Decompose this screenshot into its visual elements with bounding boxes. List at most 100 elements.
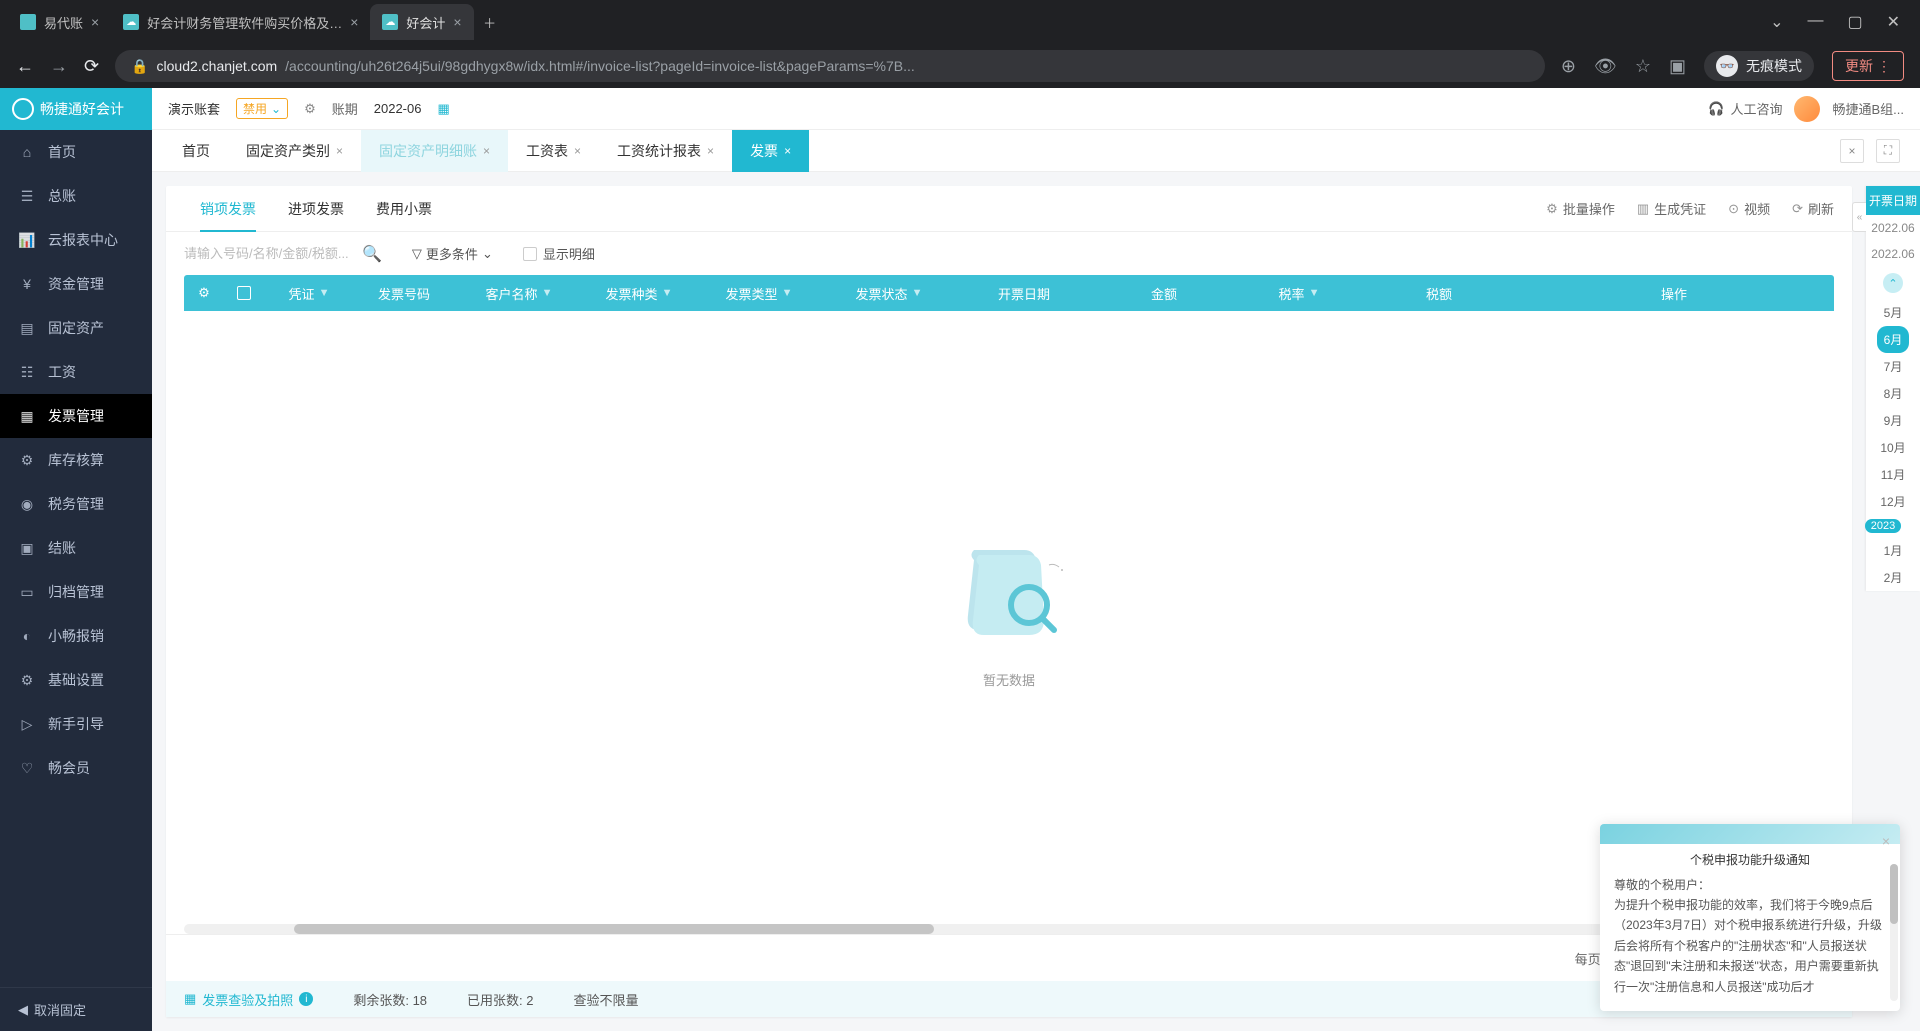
th-date[interactable]: 开票日期	[954, 284, 1094, 303]
close-icon[interactable]: ×	[574, 144, 581, 158]
sidebar-item-invoice[interactable]: ▦发票管理	[0, 394, 152, 438]
sidebar-item-archive[interactable]: ▭归档管理	[0, 570, 152, 614]
browser-tab-1[interactable]: ☁ 好会计财务管理软件购买价格及… ×	[111, 4, 370, 40]
close-icon[interactable]: ×	[707, 144, 714, 158]
sidebar-item-home[interactable]: ⌂首页	[0, 130, 152, 174]
footer-title[interactable]: ▦ 发票查验及拍照 i	[184, 990, 313, 1009]
page-tab-invoice[interactable]: 发票×	[732, 130, 809, 172]
th-tax[interactable]: 税额	[1364, 284, 1514, 303]
gear-icon[interactable]: ⚙	[304, 101, 316, 117]
page-tab-asset-detail[interactable]: 固定资产明细账×	[361, 130, 508, 172]
close-icon[interactable]: ×	[91, 14, 99, 30]
more-conditions[interactable]: ▽ 更多条件 ⌄	[412, 244, 493, 263]
sidebar-collapse[interactable]: ◀ 取消固定	[0, 987, 152, 1031]
generate-voucher[interactable]: ▥生成凭证	[1637, 199, 1706, 218]
dropdown-icon[interactable]: ⌄	[1770, 12, 1783, 32]
eye-off-icon[interactable]: 👁	[1594, 56, 1617, 77]
expand-icon[interactable]: «	[1852, 202, 1866, 232]
close-icon[interactable]: ×	[350, 14, 358, 30]
subtab-purchase-invoice[interactable]: 进项发票	[272, 186, 360, 232]
scroll-up-icon[interactable]: ⌃	[1883, 273, 1903, 293]
page-tab-home[interactable]: 首页	[164, 130, 228, 172]
sidebar-item-ledger[interactable]: ☰总账	[0, 174, 152, 218]
reload-icon[interactable]: ⟳	[84, 56, 99, 77]
close-all-icon[interactable]: ×	[1840, 139, 1864, 163]
search-icon[interactable]: 🔍	[362, 244, 382, 264]
sidebar-item-expense[interactable]: ◐小畅报销	[0, 614, 152, 658]
zoom-icon[interactable]: ⊕	[1561, 56, 1576, 77]
date-year-a[interactable]: 2022.06	[1866, 215, 1920, 241]
month-9[interactable]: 9月	[1866, 407, 1920, 434]
browser-tab-2[interactable]: ☁ 好会计 ×	[370, 4, 473, 40]
sidebar-item-guide[interactable]: ▷新手引导	[0, 702, 152, 746]
close-icon[interactable]: ✕	[1887, 12, 1900, 32]
month-1[interactable]: 1月	[1866, 537, 1920, 564]
filter-icon[interactable]: ▼	[912, 287, 923, 299]
support-link[interactable]: 🎧 人工咨询	[1708, 99, 1782, 118]
update-button[interactable]: 更新 ⋮	[1832, 51, 1904, 81]
year-badge[interactable]: 2023	[1865, 519, 1901, 533]
th-status[interactable]: 发票状态▼	[824, 284, 954, 303]
notif-scrollbar[interactable]	[1890, 864, 1898, 1001]
scrollbar-thumb[interactable]	[294, 924, 934, 934]
minimize-icon[interactable]: ―	[1807, 12, 1823, 32]
sidebar-item-inventory[interactable]: ⚙库存核算	[0, 438, 152, 482]
month-2[interactable]: 2月	[1866, 564, 1920, 591]
period-value[interactable]: 2022-06	[374, 101, 422, 116]
sidebar-item-close[interactable]: ▣结账	[0, 526, 152, 570]
th-kind[interactable]: 发票种类▼	[584, 284, 694, 303]
th-type[interactable]: 发票类型▼	[694, 284, 824, 303]
sidebar-item-salary[interactable]: ☷工资	[0, 350, 152, 394]
subtab-sales-invoice[interactable]: 销项发票	[184, 186, 272, 232]
sidebar-item-reports[interactable]: 📊云报表中心	[0, 218, 152, 262]
user-name[interactable]: 畅捷通B组...	[1832, 99, 1904, 118]
star-icon[interactable]: ☆	[1635, 56, 1651, 77]
info-icon[interactable]: i	[299, 992, 313, 1006]
url-bar[interactable]: 🔒 cloud2.chanjet.com/accounting/uh26t264…	[115, 50, 1545, 82]
th-checkbox[interactable]	[224, 286, 264, 300]
month-6[interactable]: 6月	[1877, 326, 1909, 353]
batch-action[interactable]: ⚙批量操作	[1546, 199, 1615, 218]
refresh-action[interactable]: ⟳刷新	[1792, 199, 1834, 218]
page-tab-salary[interactable]: 工资表×	[508, 130, 599, 172]
month-10[interactable]: 10月	[1866, 434, 1920, 461]
sidebar-item-settings[interactable]: ⚙基础设置	[0, 658, 152, 702]
subtab-expense-receipt[interactable]: 费用小票	[360, 186, 448, 232]
video-link[interactable]: ⊙视频	[1728, 199, 1770, 218]
filter-icon[interactable]: ▼	[542, 287, 553, 299]
close-icon[interactable]: ×	[1882, 830, 1890, 854]
th-cert[interactable]: 凭证▼	[264, 284, 354, 303]
page-tab-asset-category[interactable]: 固定资产类别×	[228, 130, 361, 172]
th-customer[interactable]: 客户名称▼	[454, 284, 584, 303]
checkbox[interactable]	[523, 247, 537, 261]
disable-tag[interactable]: 禁用 ⌄	[236, 98, 288, 119]
month-11[interactable]: 11月	[1866, 461, 1920, 488]
filter-icon[interactable]: ▼	[319, 287, 330, 299]
th-amount[interactable]: 金额	[1094, 284, 1234, 303]
new-tab-button[interactable]: ＋	[474, 4, 506, 40]
month-5[interactable]: 5月	[1866, 299, 1920, 326]
scrollbar-thumb[interactable]	[1890, 864, 1898, 924]
maximize-icon[interactable]: ▢	[1847, 12, 1862, 32]
filter-icon[interactable]: ▼	[782, 287, 793, 299]
th-rate[interactable]: 税率▼	[1234, 284, 1364, 303]
sidebar-item-tax[interactable]: ◉税务管理	[0, 482, 152, 526]
sidebar-item-funds[interactable]: ¥资金管理	[0, 262, 152, 306]
month-7[interactable]: 7月	[1866, 353, 1920, 380]
th-number[interactable]: 发票号码	[354, 284, 454, 303]
filter-icon[interactable]: ▼	[1309, 287, 1320, 299]
close-icon[interactable]: ×	[784, 144, 791, 158]
date-year-b[interactable]: 2022.06	[1866, 241, 1920, 267]
back-icon[interactable]: ←	[16, 56, 34, 77]
extension-icon[interactable]: ▣	[1669, 56, 1686, 77]
account-name[interactable]: 演示账套	[168, 99, 220, 118]
month-8[interactable]: 8月	[1866, 380, 1920, 407]
show-detail-toggle[interactable]: 显示明细	[523, 244, 595, 263]
sidebar-item-assets[interactable]: ▤固定资产	[0, 306, 152, 350]
filter-icon[interactable]: ▼	[662, 287, 673, 299]
page-tab-salary-report[interactable]: 工资统计报表×	[599, 130, 732, 172]
month-12[interactable]: 12月	[1866, 488, 1920, 515]
close-icon[interactable]: ×	[336, 144, 343, 158]
checkbox[interactable]	[237, 286, 251, 300]
avatar[interactable]	[1794, 96, 1820, 122]
